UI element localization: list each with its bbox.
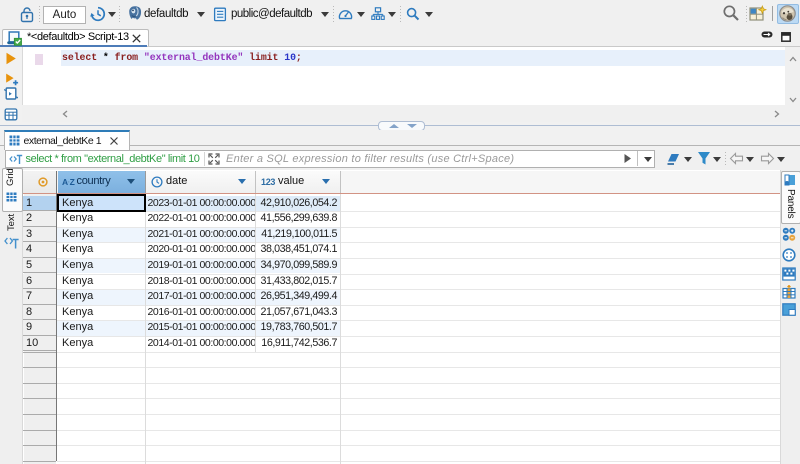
svg-text:A: A: [62, 177, 68, 186]
svg-text:Z: Z: [70, 177, 75, 186]
